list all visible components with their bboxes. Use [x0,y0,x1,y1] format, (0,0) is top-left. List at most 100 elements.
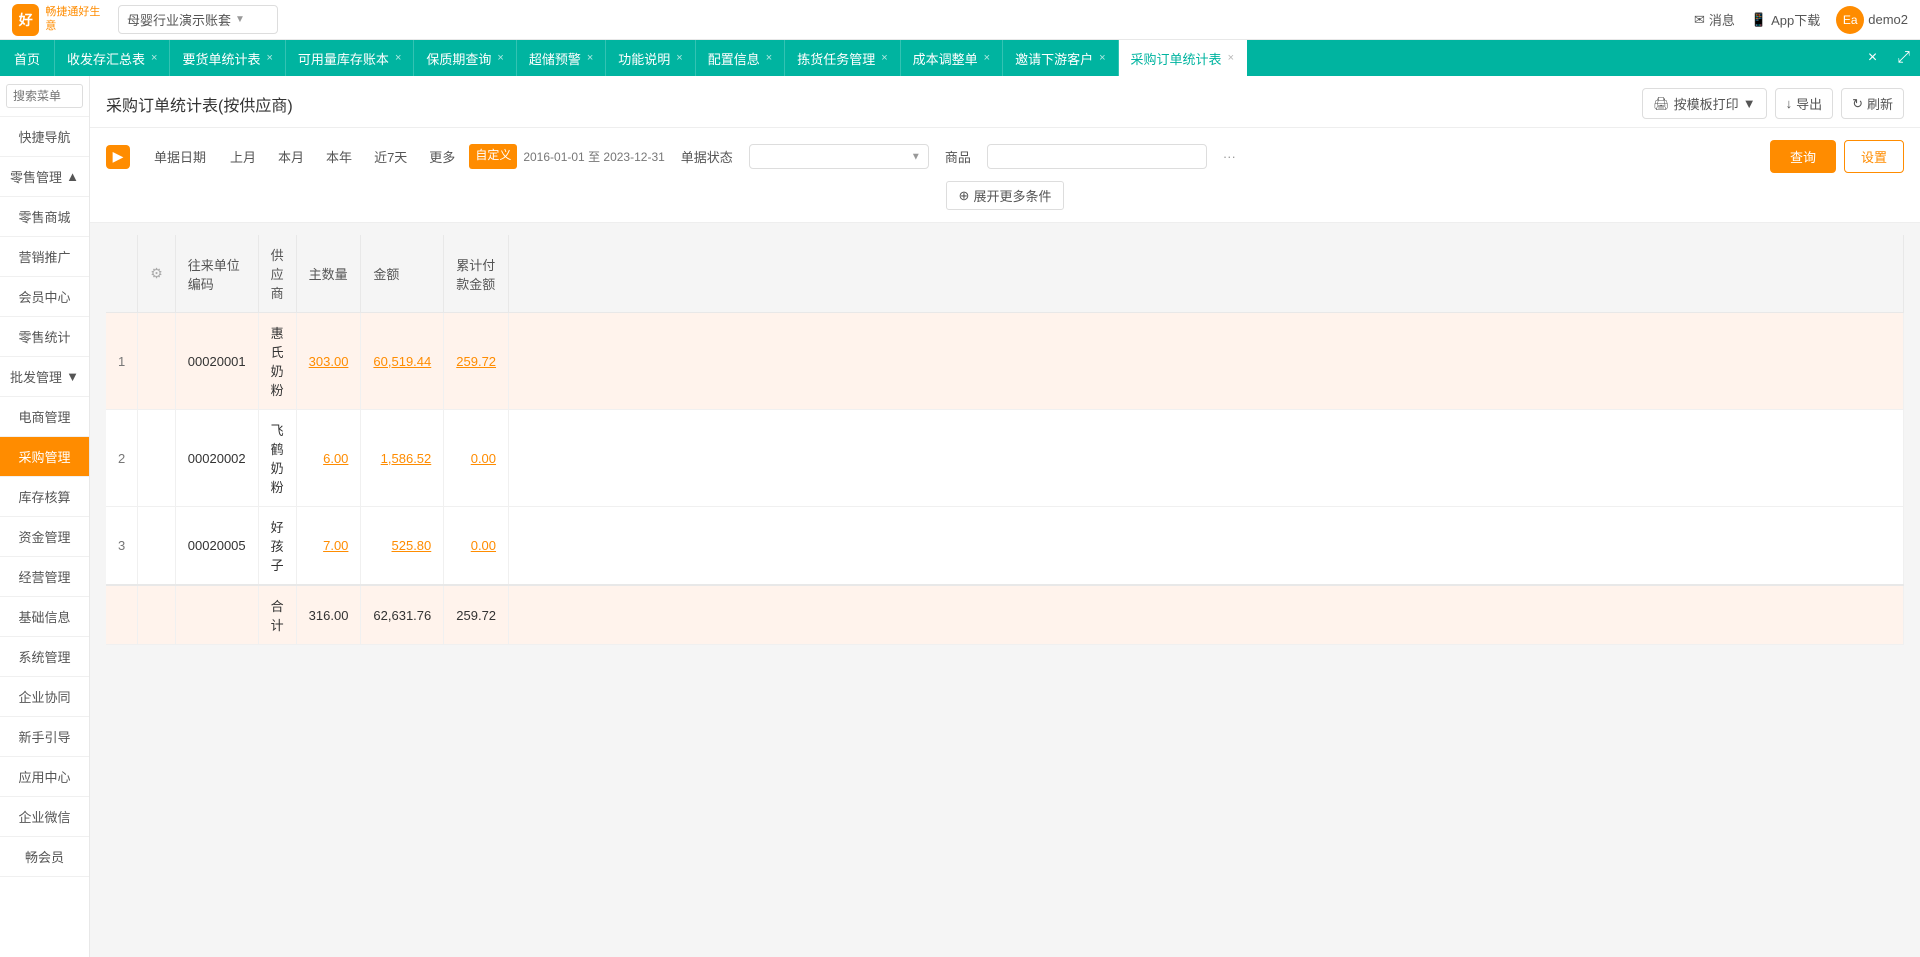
tab-label: 成本调整单 [913,49,978,68]
sidebar-item-零售商城[interactable]: 零售商城 [0,197,89,237]
status-select[interactable] [749,144,929,169]
app-download-btn[interactable]: 📱 App下载 [1751,10,1820,29]
sidebar-item-系统管理[interactable]: 系统管理 [0,637,89,677]
sidebar-item-应用中心[interactable]: 应用中心 [0,757,89,797]
tab-home[interactable]: 首页 [0,40,55,76]
tab-收发存汇总表[interactable]: 收发存汇总表 × [55,40,170,76]
sidebar-item-企业微信[interactable]: 企业微信 [0,797,89,837]
message-btn[interactable]: ✉ 消息 [1694,10,1735,29]
tab-拣货任务管理[interactable]: 拣货任务管理 × [785,40,900,76]
sidebar-item-零售管理[interactable]: 零售管理 ▲ [0,157,89,197]
row-quantity[interactable]: 7.00 [296,507,361,586]
date-filter-label: 单据日期 [154,147,206,166]
sidebar-search-area[interactable] [0,76,89,117]
table-body: 1 00020001 惠氏奶粉 303.00 60,519.44 259.72 … [106,313,1904,586]
footer-supplier: 合计 [258,585,296,645]
print-icon: 🖨 [1653,96,1670,112]
table-row: 2 00020002 飞鹤奶粉 6.00 1,586.52 0.00 [106,410,1904,507]
tab-close-icon[interactable]: × [984,52,990,64]
tab-超储预警[interactable]: 超储预警 × [517,40,606,76]
tab-成本调整单[interactable]: 成本调整单 × [901,40,1003,76]
sidebar-item-基础信息[interactable]: 基础信息 [0,597,89,637]
nav-expand-btn[interactable]: ⤢ [1887,40,1920,76]
sidebar-item-经营管理[interactable]: 经营管理 [0,557,89,597]
sidebar-item-零售统计[interactable]: 零售统计 [0,317,89,357]
row-no: 2 [106,410,138,507]
date-btn-last-month[interactable]: 上月 [222,144,264,169]
sidebar-item-电商管理[interactable]: 电商管理 [0,397,89,437]
settings-button[interactable]: 设置 [1844,140,1904,173]
row-paid[interactable]: 0.00 [444,410,509,507]
user-area[interactable]: Ea demo2 [1836,6,1908,34]
tab-close-icon[interactable]: × [1228,52,1234,64]
col-extra [509,235,1904,313]
row-settings [138,313,176,410]
sidebar-item-会员中心[interactable]: 会员中心 [0,277,89,317]
tab-采购订单统计表[interactable]: 采购订单统计表 × [1119,40,1247,76]
refresh-icon: ↻ [1852,96,1863,112]
query-button[interactable]: 查询 [1770,140,1836,173]
filter-dates: 上月 本月 本年 近7天 更多 自定义 2016-01-01 至 2023-12… [222,144,665,169]
tab-close-icon[interactable]: × [151,52,157,64]
tab-邀请下游客户[interactable]: 邀请下游客户 × [1003,40,1118,76]
table-row: 3 00020005 好孩子 7.00 525.80 0.00 [106,507,1904,586]
sidebar-item-库存核算[interactable]: 库存核算 [0,477,89,517]
sidebar-item-采购管理[interactable]: 采购管理 [0,437,89,477]
row-amount[interactable]: 60,519.44 [361,313,444,410]
tab-label: 可用量库存账本 [298,49,389,68]
tab-close-icon[interactable]: × [1099,52,1105,64]
footer-label [175,585,258,645]
tab-可用量库存账本[interactable]: 可用量库存账本 × [286,40,414,76]
sidebar-item-畅会员[interactable]: 畅会员 [0,837,89,877]
expand-conditions-button[interactable]: ⊕ 展开更多条件 [946,181,1065,210]
sidebar-item-营销推广[interactable]: 营销推广 [0,237,89,277]
col-settings[interactable]: ⚙ [138,235,176,313]
tab-close-icon[interactable]: × [587,52,593,64]
date-btn-more[interactable]: 更多 [421,144,463,169]
tab-close-icon[interactable]: × [881,52,887,64]
print-button[interactable]: 🖨 按模板打印 ▼ [1642,88,1766,119]
tab-close-icon[interactable]: × [266,52,272,64]
tab-保质期查询[interactable]: 保质期查询 × [414,40,516,76]
row-paid[interactable]: 0.00 [444,507,509,586]
row-amount[interactable]: 1,586.52 [361,410,444,507]
footer-paid: 259.72 [444,585,509,645]
goods-input[interactable] [987,144,1207,169]
tab-close-icon[interactable]: × [676,52,682,64]
message-label: 消息 [1709,10,1735,29]
sidebar-item-新手引导[interactable]: 新手引导 [0,717,89,757]
tab-close-icon[interactable]: × [497,52,503,64]
tab-close-icon[interactable]: × [766,52,772,64]
tab-配置信息[interactable]: 配置信息 × [696,40,785,76]
filter-toggle-btn[interactable]: ▶ [106,145,130,169]
refresh-button[interactable]: ↻ 刷新 [1841,88,1904,119]
date-btn-7days[interactable]: 近7天 [366,144,415,169]
nav-close-btn[interactable]: × [1858,40,1887,76]
sidebar-item-企业协同[interactable]: 企业协同 [0,677,89,717]
logo-icon: 好 [12,4,39,36]
row-quantity[interactable]: 303.00 [296,313,361,410]
date-btn-this-year[interactable]: 本年 [318,144,360,169]
row-quantity[interactable]: 6.00 [296,410,361,507]
table-container: ⚙ 往来单位编码 供应商 主数量 金额 累计付款金额 1 00020001 [90,223,1920,657]
workspace-selector[interactable]: 母婴行业演示账套 ▼ [118,5,278,34]
tab-功能说明[interactable]: 功能说明 × [606,40,695,76]
page-actions: 🖨 按模板打印 ▼ ↓ 导出 ↻ 刷新 [1642,88,1904,119]
date-btn-this-month[interactable]: 本月 [270,144,312,169]
sidebar-item-快捷导航[interactable]: 快捷导航 [0,117,89,157]
tab-要货单统计表[interactable]: 要货单统计表 × [170,40,285,76]
export-button[interactable]: ↓ 导出 [1775,88,1834,119]
tab-label: 超储预警 [529,49,581,68]
date-quick-buttons: 上月 本月 本年 近7天 更多 自定义 [222,144,517,169]
sidebar-item-批发管理[interactable]: 批发管理 ▼ [0,357,89,397]
export-label: 导出 [1796,94,1822,113]
tab-close-icon[interactable]: × [395,52,401,64]
goods-more-icon[interactable]: ··· [1223,149,1236,164]
row-supplier: 惠氏奶粉 [258,313,296,410]
home-label: 首页 [14,49,40,68]
tab-label: 邀请下游客户 [1015,49,1093,68]
row-amount[interactable]: 525.80 [361,507,444,586]
sidebar-item-资金管理[interactable]: 资金管理 [0,517,89,557]
row-paid[interactable]: 259.72 [444,313,509,410]
search-input[interactable] [6,84,83,108]
